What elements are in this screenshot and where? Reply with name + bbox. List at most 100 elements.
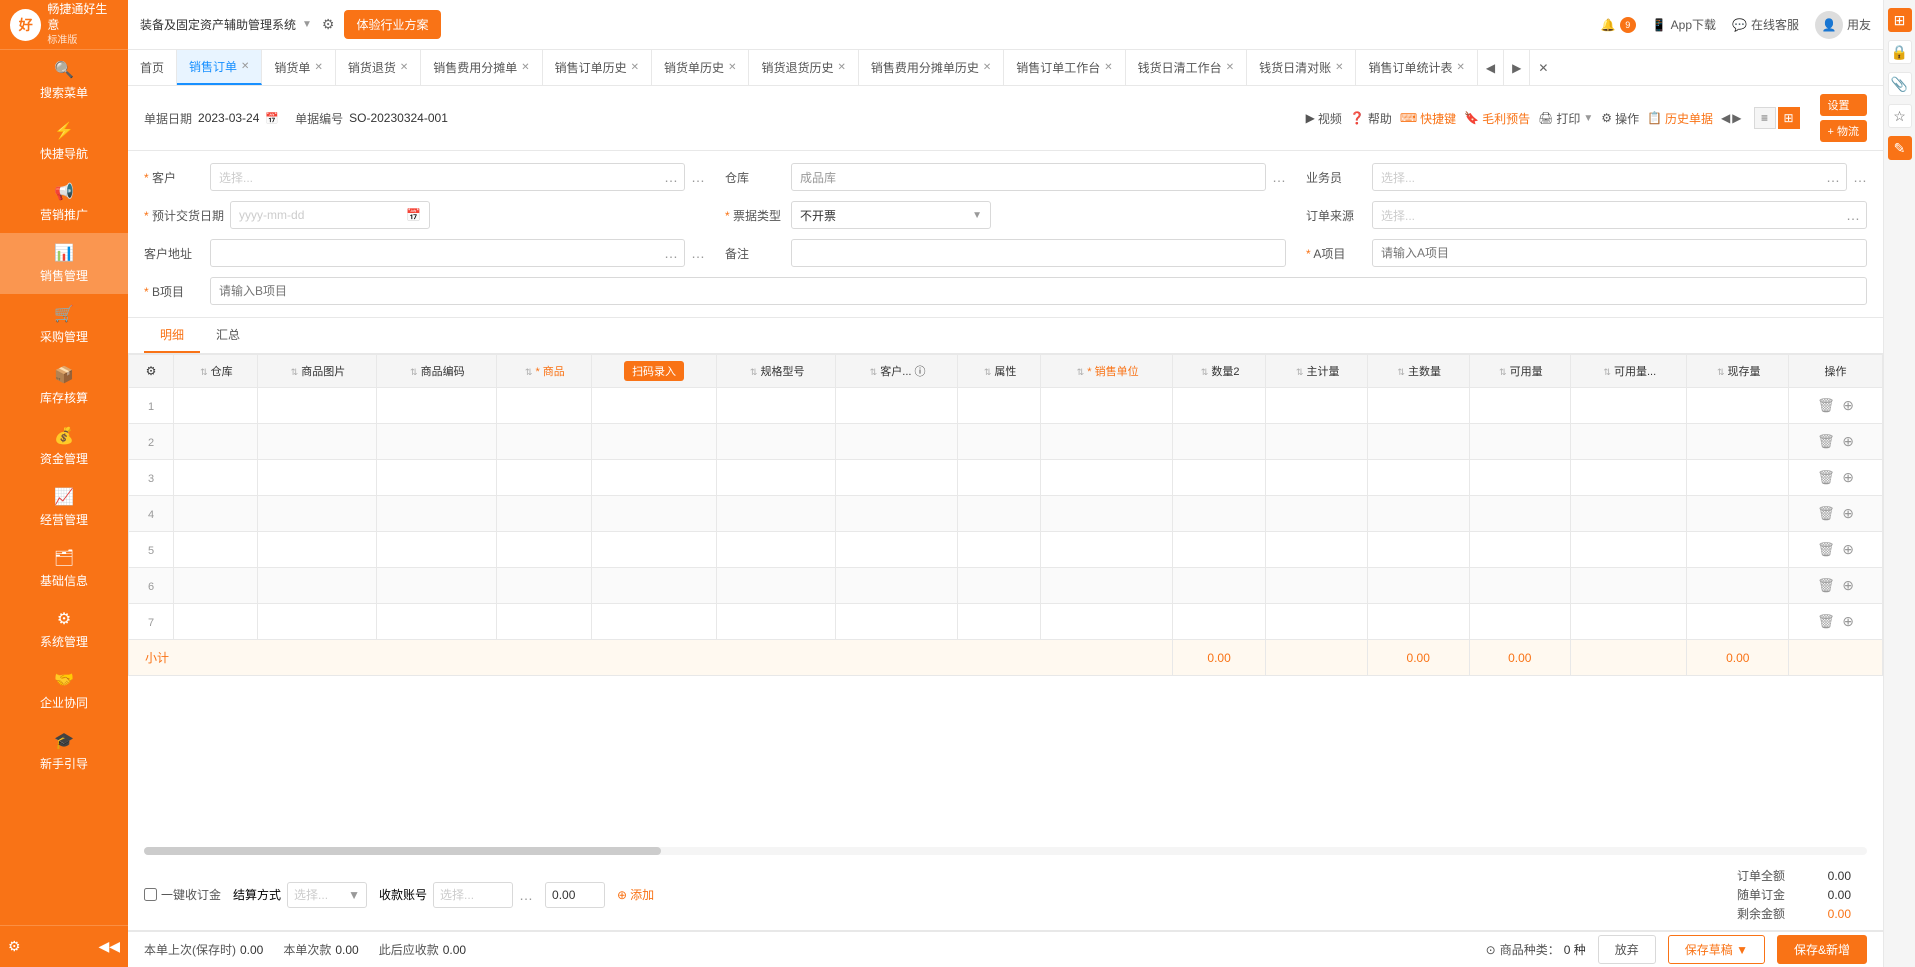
row-copy-btn[interactable]: ⊕	[1840, 611, 1856, 632]
sidebar-item-系统管理[interactable]: ⚙系统管理	[0, 599, 128, 660]
tab-close-icon[interactable]: ✕	[837, 62, 845, 73]
operate-action[interactable]: ⚙ 操作	[1601, 110, 1639, 127]
one-click-confirm-label[interactable]: 一键收订金	[144, 886, 221, 903]
sidebar-item-资金管理[interactable]: 💰资金管理	[0, 416, 128, 477]
app-download-item[interactable]: 📱 App下载	[1652, 16, 1716, 33]
warehouse-more-icon[interactable]: …	[1272, 169, 1286, 185]
history-action[interactable]: 📋 历史单据	[1647, 110, 1713, 127]
tab-close-icon[interactable]: ✕	[314, 62, 322, 73]
row-delete-btn[interactable]: 🗑	[1815, 539, 1837, 560]
tab-销货单[interactable]: 销货单✕	[262, 50, 335, 85]
add-logistics-btn[interactable]: + 物流	[1820, 120, 1867, 142]
save-draft-button[interactable]: 保存草稿 ▼	[1668, 935, 1765, 964]
tab-销售订单[interactable]: 销售订单✕	[177, 50, 262, 85]
scroll-track[interactable]	[144, 847, 1867, 855]
scan-entry-btn[interactable]: 扫码录入	[624, 361, 684, 381]
row-copy-btn[interactable]: ⊕	[1840, 395, 1856, 416]
tab-close-icon[interactable]: ✕	[1226, 62, 1234, 73]
one-click-confirm-checkbox[interactable]	[144, 888, 157, 901]
order-source-input[interactable]: 选择...	[1372, 201, 1867, 229]
collapse-icon[interactable]: ◀◀	[94, 934, 124, 959]
project-a-input[interactable]	[1372, 239, 1867, 267]
tab-next-btn[interactable]: ▶	[1504, 50, 1530, 85]
tab-销售费用分摊单[interactable]: 销售费用分摊单✕	[421, 50, 542, 85]
help-action[interactable]: ❓ 帮助	[1350, 110, 1392, 127]
row-delete-btn[interactable]: 🗑	[1815, 431, 1837, 452]
row-delete-btn[interactable]: 🗑	[1815, 503, 1837, 524]
online-service-item[interactable]: 💬 在线客服	[1732, 16, 1799, 33]
topbar-gear-icon[interactable]: ⚙	[322, 16, 335, 33]
tab-close-icon[interactable]: ✕	[241, 61, 249, 72]
tab-首页[interactable]: 首页	[128, 50, 177, 85]
staff-input[interactable]: 选择...	[1372, 163, 1847, 191]
tab-close-icon[interactable]: ✕	[1457, 62, 1465, 73]
tab-销货单历史[interactable]: 销货单历史✕	[652, 50, 749, 85]
tab-钱货日清对账[interactable]: 钱货日清对账✕	[1247, 50, 1356, 85]
row-delete-btn[interactable]: 🗑	[1815, 467, 1837, 488]
tab-close-icon[interactable]: ✕	[631, 62, 639, 73]
tab-close-icon[interactable]: ✕	[983, 62, 991, 73]
address-input[interactable]	[210, 239, 685, 267]
list-layout-btn[interactable]: ≡	[1754, 107, 1776, 129]
profit-action[interactable]: 🔖 毛利预告	[1464, 110, 1530, 127]
tab-close-icon[interactable]: ✕	[400, 62, 408, 73]
staff-more-icon[interactable]: …	[1853, 169, 1867, 185]
note-input[interactable]	[791, 239, 1286, 267]
calendar-icon[interactable]: 📅	[265, 112, 279, 125]
discard-button[interactable]: 放弃	[1598, 935, 1656, 964]
delivery-date-input[interactable]: yyyy-mm-dd 📅	[230, 201, 430, 229]
sidebar-item-营销推广[interactable]: 📢营销推广	[0, 172, 128, 233]
notice-item[interactable]: 🔔 9	[1601, 17, 1636, 33]
tab-close-all-btn[interactable]: ✕	[1530, 50, 1556, 85]
row-delete-btn[interactable]: 🗑	[1815, 395, 1837, 416]
next-record-icon[interactable]: ▶	[1732, 111, 1741, 125]
warehouse-input[interactable]: 成品库	[791, 163, 1266, 191]
sidebar-item-销售管理[interactable]: 📊销售管理	[0, 233, 128, 294]
account-more-icon[interactable]: …	[519, 887, 533, 903]
tab-销货退货历史[interactable]: 销货退货历史✕	[749, 50, 858, 85]
tab-close-icon[interactable]: ✕	[728, 62, 736, 73]
sidebar-item-新手引导[interactable]: 🎓新手引导	[0, 721, 128, 782]
tab-close-icon[interactable]: ✕	[1104, 62, 1112, 73]
account-select[interactable]: 选择...	[433, 882, 513, 908]
right-panel-btn-1[interactable]: ⊞	[1888, 8, 1912, 32]
save-new-button[interactable]: 保存&新增	[1777, 935, 1867, 964]
right-panel-btn-2[interactable]: 🔒	[1888, 40, 1912, 64]
detail-tab-明细[interactable]: 明细	[144, 318, 200, 353]
settings-icon[interactable]: ⚙	[4, 934, 25, 959]
solution-button[interactable]: 体验行业方案	[344, 10, 440, 39]
add-payment-btn[interactable]: ⊕ 添加	[617, 886, 654, 903]
customer-input[interactable]: 选择...	[210, 163, 685, 191]
row-copy-btn[interactable]: ⊕	[1840, 575, 1856, 596]
row-copy-btn[interactable]: ⊕	[1840, 431, 1856, 452]
sidebar-item-企业协同[interactable]: 🤝企业协同	[0, 660, 128, 721]
print-action[interactable]: 🖨 打印 ▼	[1538, 110, 1593, 127]
tab-钱货日清工作台[interactable]: 钱货日清工作台✕	[1126, 50, 1247, 85]
detail-tab-汇总[interactable]: 汇总	[200, 318, 256, 353]
sidebar-item-快捷导航[interactable]: ⚡快捷导航	[0, 111, 128, 172]
settings-btn[interactable]: 设置	[1820, 94, 1867, 116]
right-panel-btn-5[interactable]: ✎	[1888, 136, 1912, 160]
tab-销售订单历史[interactable]: 销售订单历史✕	[543, 50, 652, 85]
sidebar-item-采购管理[interactable]: 🛒采购管理	[0, 294, 128, 355]
amount-input[interactable]: 0.00	[545, 882, 605, 908]
right-panel-btn-4[interactable]: ☆	[1888, 104, 1912, 128]
tab-销售费用分摊单历史[interactable]: 销售费用分摊单历史✕	[859, 50, 1004, 85]
view-action[interactable]: ▶ 视频	[1306, 110, 1342, 127]
address-more-icon[interactable]: …	[691, 245, 705, 261]
tab-prev-btn[interactable]: ◀	[1478, 50, 1504, 85]
sidebar-item-搜索菜单[interactable]: 🔍搜索菜单	[0, 50, 128, 111]
grid-layout-btn[interactable]: ⊞	[1778, 107, 1800, 129]
settle-method-select[interactable]: 选择... ▼	[287, 882, 367, 908]
tab-close-icon[interactable]: ✕	[1335, 62, 1343, 73]
user-item[interactable]: 👤 用友	[1815, 11, 1871, 39]
tab-销售订单工作台[interactable]: 销售订单工作台✕	[1004, 50, 1125, 85]
tab-销售订单统计表[interactable]: 销售订单统计表✕	[1356, 50, 1477, 85]
scroll-thumb[interactable]	[144, 847, 661, 855]
tab-销货退货[interactable]: 销货退货✕	[336, 50, 421, 85]
tab-close-icon[interactable]: ✕	[521, 62, 529, 73]
col-settings-icon[interactable]: ⚙	[146, 364, 157, 378]
row-delete-btn[interactable]: 🗑	[1815, 611, 1837, 632]
invoice-select[interactable]: 不开票 ▼	[791, 201, 991, 229]
sidebar-item-经营管理[interactable]: 📈经营管理	[0, 477, 128, 538]
